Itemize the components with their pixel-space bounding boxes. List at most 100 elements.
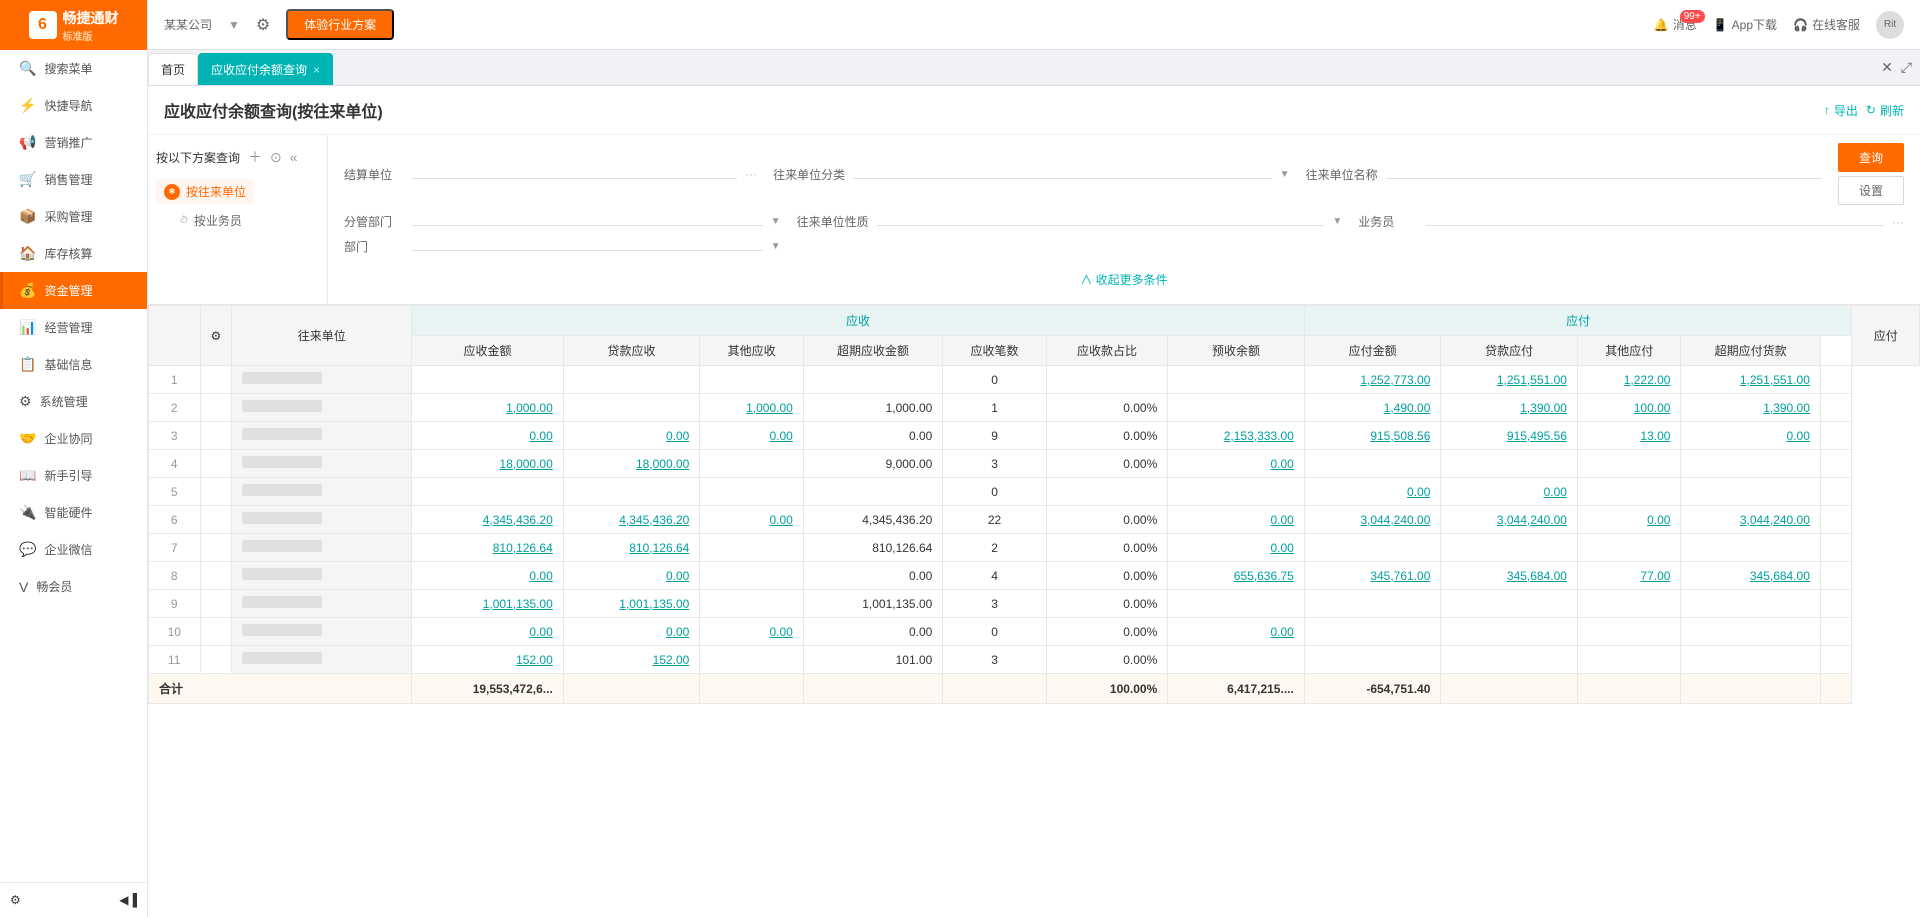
filter-by-salesperson[interactable]: ⏱ 按业务员 (172, 208, 319, 233)
company-selector[interactable]: 某某公司 (164, 16, 212, 33)
salesperson-dots[interactable]: ··· (1892, 215, 1904, 229)
salesperson-input[interactable] (1426, 217, 1884, 226)
row-num: 6 (149, 506, 201, 534)
filter-by-company[interactable]: ❃ 按往来单位 (156, 179, 254, 204)
partner-nature-arrow[interactable]: ▼ (1332, 216, 1342, 227)
sidebar-item-智能硬件[interactable]: 🔌智能硬件 (0, 494, 147, 531)
sidebar-item-基础信息[interactable]: 📋基础信息 (0, 346, 147, 383)
tab-receivables[interactable]: 应收应付余额查询 × (198, 53, 333, 85)
close-window-icon[interactable]: ✕ (1881, 59, 1893, 76)
refresh-icon: ↻ (1866, 103, 1876, 117)
settings-button[interactable]: 设置 (1838, 176, 1904, 205)
partner-name-input[interactable] (1386, 170, 1822, 179)
dept-input[interactable] (412, 217, 763, 226)
total-overdue-receivable (803, 674, 942, 704)
sidebar-icon: ⚡ (19, 97, 36, 114)
total-loan-receivable (563, 674, 700, 704)
collapse-filter-icon[interactable]: « (290, 149, 298, 165)
app-logo: 6 畅捷通财 标准版 (0, 0, 147, 50)
sidebar-label: 经营管理 (44, 319, 92, 336)
company-name (232, 450, 412, 478)
division-input[interactable] (412, 242, 763, 251)
total-row: 合计 19,553,472,6... 100.00% 6,417,215....… (149, 674, 1920, 704)
dept-label: 分管部门 (344, 213, 404, 230)
division-arrow[interactable]: ▼ (771, 241, 781, 252)
total-overdue-payable (1681, 674, 1820, 704)
filter-option-icon[interactable]: ⊙ (270, 149, 282, 166)
header-settings-icon[interactable]: ⚙ (256, 15, 270, 35)
maximize-icon[interactable]: ⤢ (1901, 59, 1912, 76)
sidebar-item-营销推广[interactable]: 📢营销推广 (0, 124, 147, 161)
sidebar-item-新手引导[interactable]: 📖新手引导 (0, 457, 147, 494)
messages-button[interactable]: 🔔 消息 99+ (1654, 16, 1697, 33)
sidebar-item-搜索菜单[interactable]: 🔍搜索菜单 (0, 50, 147, 87)
th-advance-balance: 预收余额 (1168, 336, 1305, 366)
company-name (232, 534, 412, 562)
filter-dept: 分管部门 ▼ (344, 213, 781, 230)
tab-home[interactable]: 首页 (148, 53, 198, 85)
settlement-unit-input[interactable] (412, 170, 737, 179)
chevron-up-icon: ∧ (1080, 273, 1092, 287)
company-name (232, 394, 412, 422)
app-name: 畅捷通财 (63, 8, 119, 28)
sidebar-label: 采购管理 (44, 208, 92, 225)
company-name (232, 646, 412, 674)
row-settings (200, 534, 232, 562)
sidebar-item-快捷导航[interactable]: ⚡快捷导航 (0, 87, 147, 124)
sidebar-item-资金管理[interactable]: 💰资金管理 (0, 272, 147, 309)
query-button[interactable]: 查询 (1838, 143, 1904, 172)
logo-icon: 6 (29, 11, 57, 39)
company-name (232, 478, 412, 506)
filter-collapse-button[interactable]: ∧ 收起更多条件 (344, 263, 1904, 296)
user-avatar[interactable]: Rit (1876, 11, 1904, 39)
partner-category-input[interactable] (853, 170, 1272, 179)
filter-partner-category: 往来单位分类 ▼ (773, 166, 1289, 183)
dept-arrow[interactable]: ▼ (771, 216, 781, 227)
sidebar-item-畅会员[interactable]: V畅会员 (0, 568, 147, 605)
export-button[interactable]: ↑ 导出 (1824, 102, 1858, 119)
th-overdue-receivable: 超期应收金额 (803, 336, 942, 366)
sidebar-label: 库存核算 (44, 245, 92, 262)
filter-form: 结算单位 ··· 往来单位分类 ▼ 往来单位名称 查询 设置 (328, 135, 1920, 304)
sidebar-icon: 💬 (19, 541, 36, 558)
table-row: 3 0.00 0.00 0.00 0.00 9 0.00% 2,153,333.… (149, 422, 1920, 450)
sidebar-item-企业微信[interactable]: 💬 企业微信 (0, 531, 147, 568)
partner-nature-input[interactable] (877, 217, 1325, 226)
app-download-button[interactable]: 📱 App下载 (1713, 16, 1777, 33)
collapse-icon[interactable]: ◀▐ (119, 893, 137, 907)
row-num: 2 (149, 394, 201, 422)
export-icon: ↑ (1824, 103, 1830, 117)
sidebar-item-经营管理[interactable]: 📊经营管理 (0, 309, 147, 346)
filter-area: 按以下方案查询 ＋ ⊙ « ❃ 按往来单位 ⏱ 按业务员 结算单位 ··· (148, 135, 1920, 305)
sidebar-item-采购管理[interactable]: 📦采购管理 (0, 198, 147, 235)
promo-button[interactable]: 体验行业方案 (286, 9, 394, 40)
th-receivable-count: 应收笔数 (943, 336, 1046, 366)
sidebar-icon: ⚙ (19, 393, 32, 410)
partner-category-arrow[interactable]: ▼ (1280, 169, 1290, 180)
sidebar-item-企业协同[interactable]: 🤝企业协同 (0, 420, 147, 457)
settlement-unit-dots[interactable]: ··· (745, 167, 757, 181)
filter-salesperson: 业务员 ··· (1358, 213, 1904, 230)
add-filter-icon[interactable]: ＋ (248, 147, 262, 167)
sidebar-icon: 🔍 (19, 60, 36, 77)
online-service-button[interactable]: 🎧 在线客服 (1793, 16, 1860, 33)
tab-close-icon[interactable]: × (313, 63, 320, 77)
clock-icon: ⏱ (180, 215, 188, 226)
receivables-tab-label: 应收应付余额查询 (211, 61, 307, 78)
filter-row-1: 结算单位 ··· 往来单位分类 ▼ 往来单位名称 查询 设置 (344, 143, 1904, 205)
sidebar-icon: 📖 (19, 467, 36, 484)
sidebar-item-销售管理[interactable]: 🛒销售管理 (0, 161, 147, 198)
collapse-label: 收起更多条件 (1096, 273, 1168, 287)
sidebar: 6 畅捷通财 标准版 🔍搜索菜单⚡快捷导航📢营销推广🛒销售管理📦采购管理🏠库存核… (0, 0, 148, 917)
sidebar-item-系统管理[interactable]: ⚙系统管理 (0, 383, 147, 420)
th-settings[interactable]: ⚙ (200, 306, 232, 366)
company-dropdown-icon[interactable]: ▼ (228, 18, 240, 32)
headset-icon: 🎧 (1793, 18, 1808, 32)
row-num: 11 (149, 646, 201, 674)
refresh-button[interactable]: ↻ 刷新 (1866, 102, 1904, 119)
row-num: 5 (149, 478, 201, 506)
settings-icon[interactable]: ⚙ (10, 893, 21, 907)
sidebar-label: 企业微信 (44, 541, 92, 558)
sidebar-item-库存核算[interactable]: 🏠库存核算 (0, 235, 147, 272)
sidebar-label: 营销推广 (44, 134, 92, 151)
